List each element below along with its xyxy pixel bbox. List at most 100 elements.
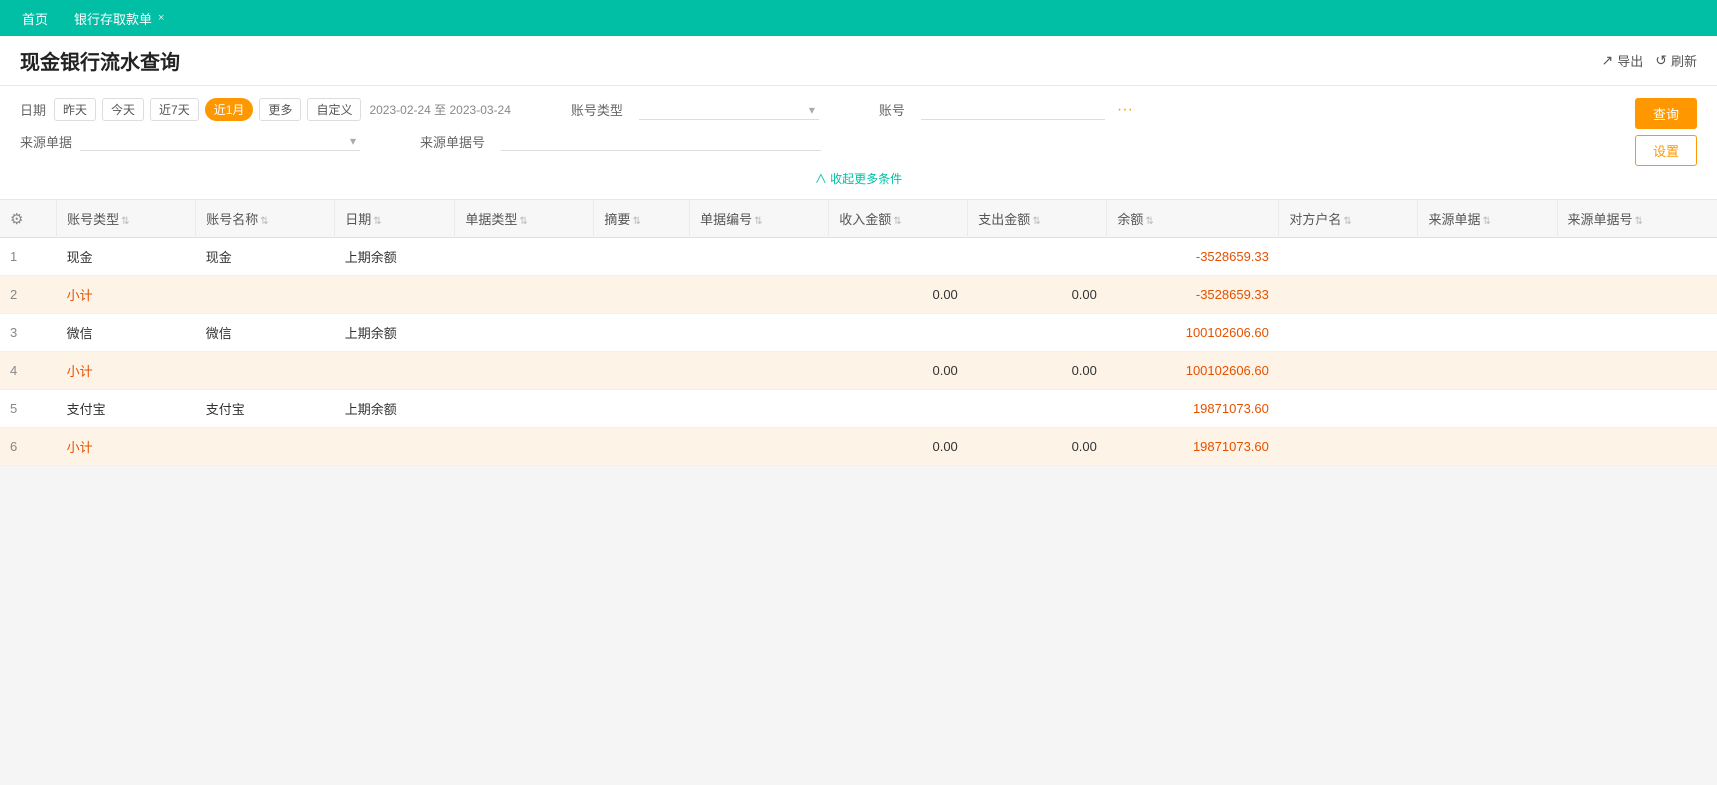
table-header-cell[interactable]: 日期⇅ — [335, 200, 455, 238]
account-label: 账号 — [879, 100, 905, 119]
table-cell — [1279, 428, 1418, 466]
table-body: 1现金现金上期余额-3528659.332小计0.000.00-3528659.… — [0, 238, 1717, 466]
table-cell: 支付宝 — [57, 390, 196, 428]
table-cell: 现金 — [196, 238, 335, 276]
table-header-cell[interactable]: 支出金额⇅ — [968, 200, 1107, 238]
table-cell: 4 — [0, 352, 57, 390]
table-cell: 上期余额 — [335, 238, 455, 276]
date-option-btn[interactable]: 昨天 — [54, 98, 96, 121]
table-cell — [196, 352, 335, 390]
table-cell: -3528659.33 — [1107, 238, 1279, 276]
table-header-cell[interactable]: 账号名称⇅ — [196, 200, 335, 238]
header-actions: ↗ 导出 ↺ 刷新 — [1602, 51, 1698, 70]
date-option-btn[interactable]: 今天 — [102, 98, 144, 121]
export-button[interactable]: ↗ 导出 — [1602, 51, 1644, 70]
table-header-cell[interactable]: 收入金额⇅ — [829, 200, 968, 238]
filter-row-1: 日期 昨天今天近7天近1月更多自定义 2023-02-24 至 2023-03-… — [20, 98, 1635, 121]
table-cell — [1418, 238, 1557, 276]
nav-home[interactable]: 首页 — [8, 0, 62, 36]
table-cell — [455, 238, 594, 276]
sort-icon: ⇅ — [893, 216, 901, 227]
data-table: ⚙ 账号类型⇅账号名称⇅日期⇅单据类型⇅摘要⇅单据编号⇅收入金额⇅支出金额⇅余额⇅… — [0, 200, 1717, 466]
table-header-cell[interactable]: 来源单据⇅ — [1418, 200, 1557, 238]
table-cell: 6 — [0, 428, 57, 466]
table-cell — [1557, 428, 1717, 466]
table-cell — [1279, 238, 1418, 276]
collapse-bar[interactable]: ∧ 收起更多条件 — [20, 166, 1697, 191]
date-option-btn[interactable]: 更多 — [259, 98, 301, 121]
table-row: 4小计0.000.00100102606.60 — [0, 352, 1717, 390]
table-cell — [1557, 314, 1717, 352]
account-type-select-wrapper: 现金 微信 支付宝 — [639, 100, 819, 120]
table-cell — [968, 390, 1107, 428]
date-option-btn[interactable]: 近7天 — [150, 98, 199, 121]
table-cell: 支付宝 — [196, 390, 335, 428]
account-type-label: 账号类型 — [571, 100, 623, 119]
nav-tab[interactable]: 银行存取款单× — [62, 0, 202, 36]
table-cell — [594, 276, 690, 314]
table-cell — [335, 276, 455, 314]
date-option-btn[interactable]: 自定义 — [307, 98, 361, 121]
setting-button[interactable]: 设置 — [1635, 135, 1697, 166]
account-type-select[interactable]: 现金 微信 支付宝 — [639, 100, 819, 120]
table-cell — [1418, 390, 1557, 428]
table-header-cell[interactable]: 余额⇅ — [1107, 200, 1279, 238]
filter-main-row: 日期 昨天今天近7天近1月更多自定义 2023-02-24 至 2023-03-… — [20, 98, 1697, 166]
table-header-cell[interactable]: 单据编号⇅ — [690, 200, 829, 238]
gear-icon[interactable]: ⚙ — [10, 211, 23, 228]
table-cell — [829, 314, 968, 352]
table-cell — [594, 238, 690, 276]
table-cell — [594, 390, 690, 428]
table-cell — [455, 390, 594, 428]
table-cell — [335, 352, 455, 390]
sort-icon: ⇅ — [1482, 216, 1490, 227]
sort-icon: ⇅ — [1145, 216, 1153, 227]
tab-close-icon[interactable]: × — [158, 12, 164, 24]
filter-left: 日期 昨天今天近7天近1月更多自定义 2023-02-24 至 2023-03-… — [20, 98, 1635, 161]
table-header-cell[interactable]: 摘要⇅ — [594, 200, 690, 238]
table-cell: 小计 — [57, 428, 196, 466]
table-cell — [594, 314, 690, 352]
filter-area: 日期 昨天今天近7天近1月更多自定义 2023-02-24 至 2023-03-… — [0, 86, 1717, 200]
table-cell — [1279, 390, 1418, 428]
query-button[interactable]: 查询 — [1635, 98, 1697, 129]
table-cell: 上期余额 — [335, 314, 455, 352]
date-options: 昨天今天近7天近1月更多自定义 — [54, 98, 361, 121]
sort-icon: ⇅ — [632, 216, 640, 227]
table-cell: 3 — [0, 314, 57, 352]
page-header: 现金银行流水查询 ↗ 导出 ↺ 刷新 — [0, 36, 1717, 86]
table-header-cell[interactable]: 账号类型⇅ — [57, 200, 196, 238]
table-row: 5支付宝支付宝上期余额19871073.60 — [0, 390, 1717, 428]
account-more-btn[interactable]: ··· — [1117, 101, 1133, 119]
table-cell — [690, 276, 829, 314]
refresh-button[interactable]: ↺ 刷新 — [1655, 51, 1697, 70]
table-cell — [455, 352, 594, 390]
table-cell — [829, 238, 968, 276]
refresh-icon: ↺ — [1655, 52, 1667, 69]
table-cell: 微信 — [57, 314, 196, 352]
sort-icon: ⇅ — [519, 216, 527, 227]
date-option-btn[interactable]: 近1月 — [205, 98, 254, 121]
sort-icon: ⇅ — [1343, 216, 1351, 227]
table-cell — [829, 390, 968, 428]
table-cell: 小计 — [57, 276, 196, 314]
source-doc-no-input[interactable] — [501, 131, 821, 151]
sort-icon: ⇅ — [1635, 216, 1643, 227]
table-row: 1现金现金上期余额-3528659.33 — [0, 238, 1717, 276]
table-header-cell[interactable]: 来源单据号⇅ — [1557, 200, 1717, 238]
table-header-cell[interactable]: 对方户名⇅ — [1279, 200, 1418, 238]
table-header-cell[interactable]: 单据类型⇅ — [455, 200, 594, 238]
right-buttons: 查询 设置 — [1635, 98, 1697, 166]
table-cell — [1418, 276, 1557, 314]
top-navigation: 首页 收款单×付款单×其他收入单×应收应付调整单×银行存取款单×预收冲应收单×收… — [0, 0, 1717, 36]
sort-icon: ⇅ — [121, 216, 129, 227]
source-doc-label: 来源单据 — [20, 132, 72, 151]
account-input[interactable] — [921, 100, 1105, 120]
table-cell — [1418, 314, 1557, 352]
table-cell — [690, 428, 829, 466]
table-row: 6小计0.000.0019871073.60 — [0, 428, 1717, 466]
table-cell: 19871073.60 — [1107, 428, 1279, 466]
source-doc-select[interactable] — [80, 131, 360, 151]
table-cell — [1279, 314, 1418, 352]
source-doc-no-label: 来源单据号 — [420, 132, 485, 151]
